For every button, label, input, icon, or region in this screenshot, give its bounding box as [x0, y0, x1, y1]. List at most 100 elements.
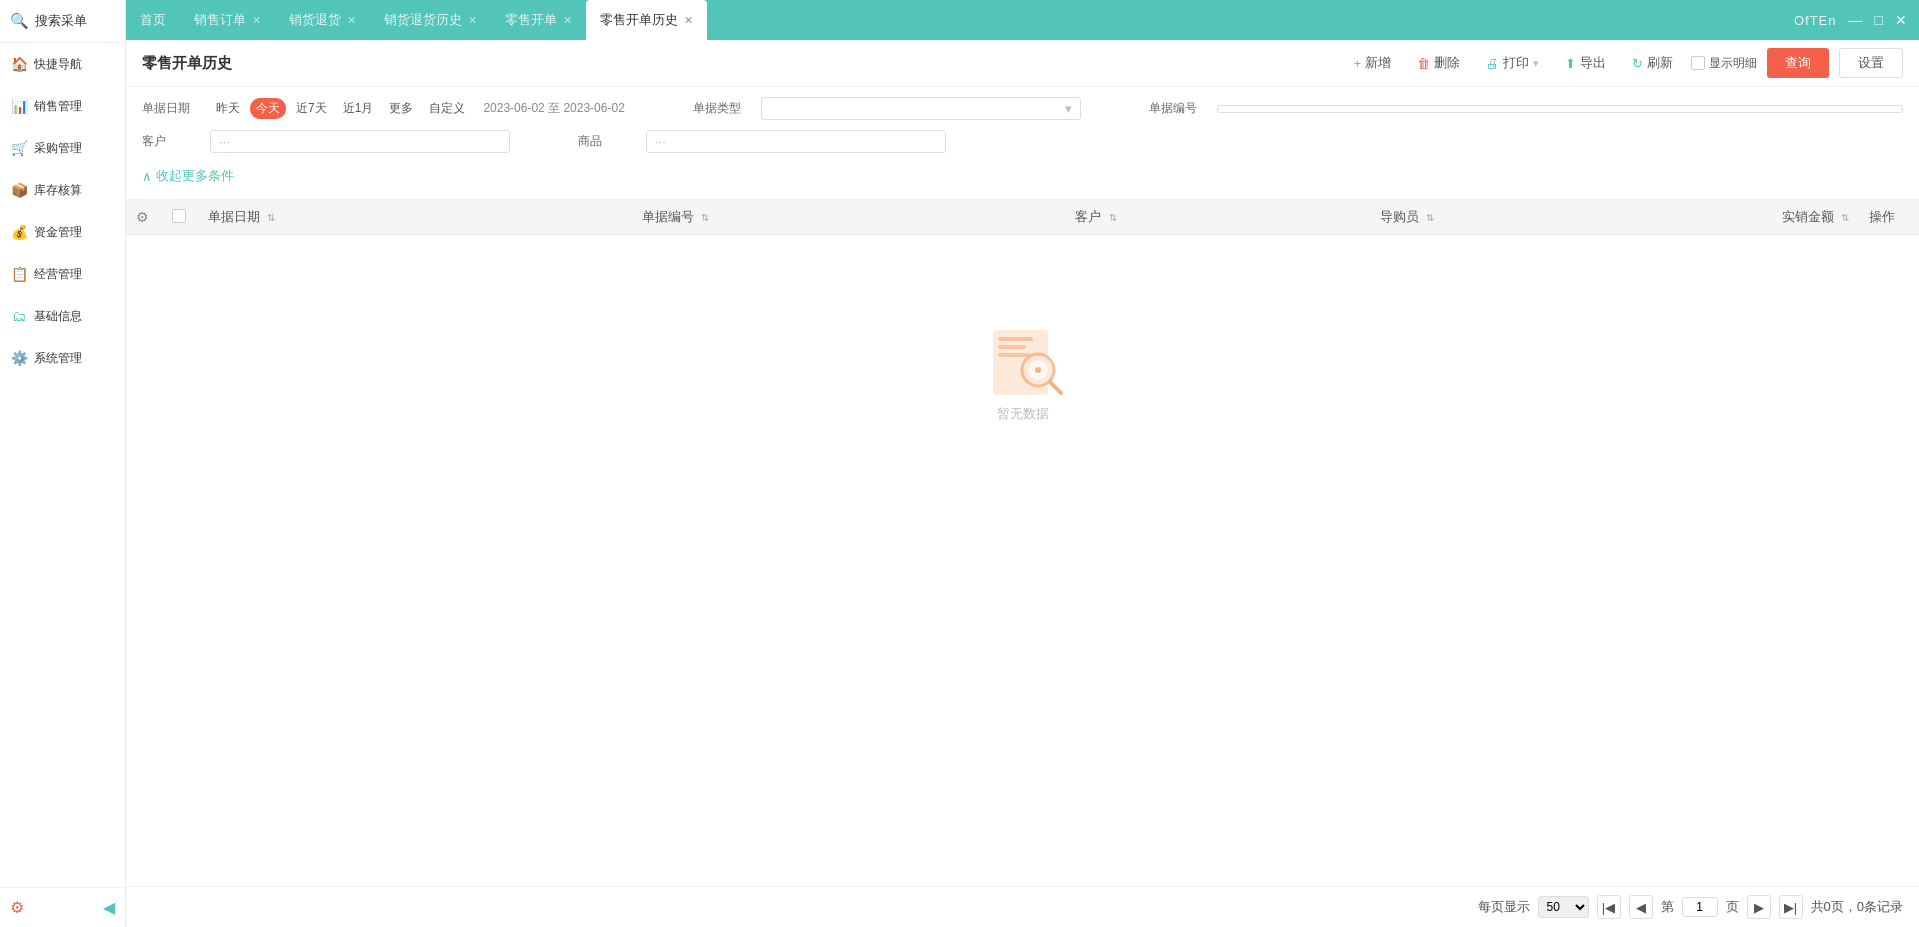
tab-retail-history[interactable]: 零售开单历史✕	[586, 0, 707, 40]
sort-salesman-icon: ⇅	[1426, 212, 1434, 223]
product-input[interactable]: ···	[646, 130, 946, 153]
tab-close-sales-return-history[interactable]: ✕	[468, 14, 477, 27]
pagination-first-btn[interactable]: |◀	[1597, 895, 1621, 919]
tab-sales-order[interactable]: 销售订单 ✕	[180, 0, 275, 40]
sidebar-bottom: ⚙ ◀	[0, 887, 125, 927]
sort-date-icon: ⇅	[267, 212, 275, 223]
sidebar-nav: 🏠 快捷导航 📊 销售管理 🛒 采购管理 📦 库存核算 💰 资金管理 📋 经营管…	[0, 43, 125, 379]
collapse-arrow-icon: ∧	[142, 169, 152, 184]
delete-icon: 🗑	[1417, 56, 1430, 71]
th-gear[interactable]: ⚙	[126, 200, 162, 235]
refresh-button[interactable]: ↻ 刷新	[1624, 50, 1681, 76]
date-label: 单据日期	[142, 100, 202, 117]
bill-no-input[interactable]	[1217, 105, 1903, 113]
pagination-prev-btn[interactable]: ◀	[1629, 895, 1653, 919]
new-button[interactable]: + 新增	[1345, 50, 1399, 76]
th-customer[interactable]: 客户 ⇅	[1065, 200, 1370, 235]
page-number-input[interactable]	[1682, 897, 1718, 917]
sidebar-item-sales-mgmt[interactable]: 📊 销售管理	[0, 85, 125, 127]
display-detail-toggle[interactable]: 显示明细	[1691, 55, 1757, 72]
date-1month[interactable]: 近1月	[337, 98, 380, 119]
sidebar-item-finance[interactable]: 💰 资金管理	[0, 211, 125, 253]
sidebar-item-purchase-mgmt[interactable]: 🛒 采购管理	[0, 127, 125, 169]
tab-sales-return[interactable]: 销货退货 ✕	[275, 0, 370, 40]
sidebar-item-operations[interactable]: 📋 经营管理	[0, 253, 125, 295]
sort-no-icon: ⇅	[701, 212, 709, 223]
tab-retail-open[interactable]: 零售开单✕	[491, 0, 586, 40]
page-label: 第	[1661, 898, 1674, 916]
close-window-icon[interactable]: ✕	[1895, 12, 1907, 28]
svg-line-6	[1050, 382, 1061, 393]
maximize-icon[interactable]: □	[1875, 12, 1883, 28]
tab-close-retail-history[interactable]: ✕	[684, 14, 693, 27]
sidebar-item-quick-nav[interactable]: 🏠 快捷导航	[0, 43, 125, 85]
empty-state: 暂无数据	[126, 235, 1919, 503]
pagination: 每页显示 50 20 100 200 |◀ ◀ 第 页 ▶ ▶| 共0页，0条记…	[126, 886, 1919, 927]
customer-input[interactable]: ···	[210, 130, 510, 153]
delete-label: 删除	[1434, 54, 1460, 72]
empty-text: 暂无数据	[997, 405, 1049, 423]
window-controls: OfTEn — □ ✕	[1794, 12, 1919, 28]
th-customer-label: 客户	[1075, 209, 1101, 224]
purchase-mgmt-icon: 🛒	[10, 139, 28, 157]
empty-illustration	[973, 315, 1073, 405]
date-buttons: 昨天 今天 近7天 近1月 更多 自定义	[210, 98, 471, 119]
tab-home[interactable]: 首页	[126, 0, 180, 40]
minimize-icon[interactable]: —	[1849, 12, 1863, 28]
per-page-label: 每页显示	[1478, 898, 1530, 916]
bill-type-arrow-icon: ▾	[1065, 101, 1072, 116]
sort-amount-icon: ⇅	[1841, 212, 1849, 223]
print-button[interactable]: 🖨 打印 ▾	[1478, 50, 1547, 76]
table-header-row: ⚙ 单据日期 ⇅ 单据编号 ⇅	[126, 200, 1919, 235]
svg-rect-3	[998, 353, 1030, 357]
sort-customer-icon: ⇅	[1109, 212, 1117, 223]
pagination-next-btn[interactable]: ▶	[1747, 895, 1771, 919]
th-action-label: 操作	[1869, 209, 1895, 224]
export-button[interactable]: ⬆ 导出	[1557, 50, 1614, 76]
th-no[interactable]: 单据编号 ⇅	[632, 200, 1066, 235]
tab-sales-return-history[interactable]: 销货退货历史 ✕	[370, 0, 491, 40]
settings-bottom-icon[interactable]: ⚙	[10, 898, 24, 917]
sidebar-item-inventory[interactable]: 📦 库存核算	[0, 169, 125, 211]
collapse-label: 收起更多条件	[156, 167, 234, 185]
collapse-button[interactable]: ∧ 收起更多条件	[142, 167, 1903, 185]
date-custom[interactable]: 自定义	[423, 98, 471, 119]
tab-label-sales-order: 销售订单	[194, 11, 246, 29]
tab-close-sales-order[interactable]: ✕	[252, 14, 261, 27]
date-range-display: 2023-06-02 至 2023-06-02	[483, 100, 624, 117]
bill-type-select[interactable]: ▾	[761, 97, 1081, 120]
setting-button[interactable]: 设置	[1839, 48, 1903, 78]
sidebar-search[interactable]: 🔍 搜索采单	[0, 0, 125, 43]
filter-row-1: 单据日期 昨天 今天 近7天 近1月 更多 自定义 2023-06-02 至 2…	[142, 97, 1903, 120]
sidebar-item-label-operations: 经营管理	[34, 266, 82, 283]
tab-close-retail-open[interactable]: ✕	[563, 14, 572, 27]
query-button[interactable]: 查询	[1767, 48, 1829, 78]
display-checkbox[interactable]	[1691, 56, 1705, 70]
sidebar-item-basic-info[interactable]: 🗂 基础信息	[0, 295, 125, 337]
sidebar-item-system[interactable]: ⚙️ 系统管理	[0, 337, 125, 379]
date-yesterday[interactable]: 昨天	[210, 98, 246, 119]
refresh-label: 刷新	[1647, 54, 1673, 72]
date-today[interactable]: 今天	[250, 98, 286, 119]
collapse-sidebar-icon[interactable]: ◀	[103, 898, 115, 917]
th-date[interactable]: 单据日期 ⇅	[198, 200, 632, 235]
tab-label-sales-return-history: 销货退货历史	[384, 11, 462, 29]
th-salesman[interactable]: 导购员 ⇅	[1370, 200, 1739, 235]
per-page-select[interactable]: 50 20 100 200	[1538, 896, 1589, 918]
th-salesman-label: 导购员	[1380, 209, 1419, 224]
pagination-last-btn[interactable]: ▶|	[1779, 895, 1803, 919]
tab-close-sales-return[interactable]: ✕	[347, 14, 356, 27]
new-label: 新增	[1365, 54, 1391, 72]
th-checkbox[interactable]	[162, 200, 198, 235]
date-7days[interactable]: 近7天	[290, 98, 333, 119]
th-amount[interactable]: 实销金额 ⇅	[1739, 200, 1859, 235]
delete-button[interactable]: 🗑 删除	[1409, 50, 1468, 76]
checkbox-all[interactable]	[172, 209, 186, 223]
quick-nav-icon: 🏠	[10, 55, 28, 73]
date-more[interactable]: 更多	[383, 98, 419, 119]
tab-label-sales-return: 销货退货	[289, 11, 341, 29]
gear-icon[interactable]: ⚙	[136, 209, 149, 225]
sidebar-item-label-finance: 资金管理	[34, 224, 82, 241]
finance-icon: 💰	[10, 223, 28, 241]
export-icon: ⬆	[1565, 56, 1576, 71]
